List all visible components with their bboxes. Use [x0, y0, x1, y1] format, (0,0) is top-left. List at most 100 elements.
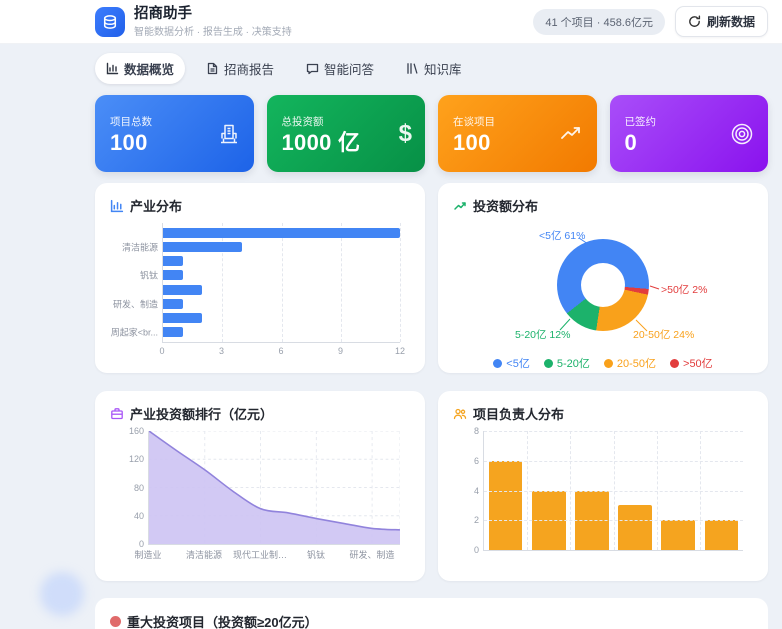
- legend-item[interactable]: 20-50亿: [604, 355, 656, 371]
- legend-item[interactable]: >50亿: [670, 355, 713, 371]
- trend-icon: [453, 199, 467, 213]
- charts-grid: 产业分布 清洁能源钒钛研发、制造周起家<br... 036912 投资额分布: [95, 183, 768, 581]
- bar-category-label: 周起家<br...: [111, 325, 158, 338]
- stat-card-total-investment: 总投资额 1000 亿 $: [267, 95, 426, 172]
- bar: [163, 228, 400, 238]
- chart-title-row: 产业分布: [110, 196, 410, 215]
- area-xlabels: 制造业清洁能源现代工业制…钒钛研发、制造: [148, 545, 400, 559]
- gridline-vertical: [282, 223, 283, 342]
- chart-title: 产业分布: [130, 196, 182, 215]
- trend-up-icon: [558, 121, 584, 147]
- decorative-blur-circle: [40, 572, 84, 616]
- y-tick-label: 4: [474, 486, 479, 496]
- area-chart-svg: [149, 431, 400, 544]
- major-projects-title: 重大投资项目（投资额≥20亿元）: [127, 612, 318, 629]
- chart-title: 产业投资额排行（亿元）: [130, 404, 273, 423]
- bar-row: 钒钛: [163, 270, 400, 280]
- legend-label: >50亿: [683, 355, 713, 371]
- chart-title-row: 投资额分布: [453, 196, 753, 215]
- stat-label: 总投资额: [282, 114, 411, 129]
- gridline-vertical: [570, 431, 571, 550]
- donut-hole: [581, 263, 625, 307]
- refresh-button[interactable]: 刷新数据: [675, 6, 768, 37]
- dollar-icon: $: [399, 120, 412, 148]
- donut-callout-lt5: <5亿 61%: [539, 228, 585, 243]
- x-tick-label: 0: [159, 346, 164, 356]
- bar-row: 研发、制造: [163, 299, 400, 309]
- tab-knowledge-base[interactable]: 知识库: [395, 53, 473, 84]
- bar: [163, 270, 183, 280]
- bar-category-label: 研发、制造: [113, 297, 158, 310]
- chart-card-industry-investment-ranking: 产业投资额排行（亿元） 04080120160 制造业清洁能源现代工业制…钒钛研…: [95, 391, 425, 581]
- donut-callout-20-50: 20-50亿 24%: [633, 327, 694, 342]
- legend-dot: [493, 359, 502, 368]
- investment-donut-chart[interactable]: <5亿 61% >50亿 2% 20-50亿 24% 5-20亿 12%: [453, 223, 753, 349]
- y-tick-label: 120: [129, 454, 144, 464]
- bar: [163, 285, 202, 295]
- summary-badge: 41 个项目 · 458.6亿元: [533, 9, 665, 35]
- legend-label: 20-50亿: [617, 355, 656, 371]
- gridline-vertical: [614, 431, 615, 550]
- bar-row: [163, 256, 400, 266]
- tab-smart-qa[interactable]: 智能问答: [295, 53, 385, 84]
- donut-callout-5-20: 5-20亿 12%: [515, 327, 570, 342]
- gridline-vertical: [527, 431, 528, 550]
- document-icon: [206, 62, 219, 75]
- refresh-button-label: 刷新数据: [707, 13, 755, 30]
- chart-title-row: 项目负责人分布: [453, 404, 753, 423]
- app-title-block: 招商助手 智能数据分析 · 报告生成 · 决策支持: [134, 5, 292, 38]
- donut-ring[interactable]: [557, 239, 649, 331]
- industry-bars-xticks: 036912: [162, 343, 400, 357]
- pie-legend: <5亿 5-20亿 20-50亿 >50亿: [453, 355, 753, 371]
- donut-callout-gt50: >50亿 2%: [661, 282, 707, 297]
- y-tick-label: 8: [474, 426, 479, 436]
- area-chart-plot[interactable]: 04080120160: [148, 431, 400, 545]
- chart-title-row: 产业投资额排行（亿元）: [110, 404, 410, 423]
- legend-label: <5亿: [506, 355, 530, 371]
- chart-title: 投资额分布: [473, 196, 538, 215]
- stat-card-in-negotiation: 在谈项目 100: [438, 95, 597, 172]
- chart-card-industry-distribution: 产业分布 清洁能源钒钛研发、制造周起家<br... 036912: [95, 183, 425, 373]
- chart-title: 项目负责人分布: [473, 404, 564, 423]
- gridline-vertical: [400, 223, 401, 342]
- bar: [163, 299, 183, 309]
- stat-value: 1000 亿: [282, 132, 411, 154]
- legend-item[interactable]: 5-20亿: [544, 355, 590, 371]
- tab-data-overview[interactable]: 数据概览: [95, 53, 185, 84]
- app-subtitle: 智能数据分析 · 报告生成 · 决策支持: [134, 23, 292, 38]
- x-tick-label: 3: [219, 346, 224, 356]
- y-tick-label: 2: [474, 515, 479, 525]
- x-category-label: 研发、制造: [349, 548, 394, 561]
- header-actions: 41 个项目 · 458.6亿元 刷新数据: [533, 6, 768, 37]
- industry-bars-plot[interactable]: 清洁能源钒钛研发、制造周起家<br...: [162, 223, 400, 343]
- tab-label: 数据概览: [124, 59, 174, 78]
- tab-label: 招商报告: [224, 59, 274, 78]
- bar-row: 清洁能源: [163, 242, 400, 252]
- x-tick-label: 6: [278, 346, 283, 356]
- bar: [618, 505, 652, 550]
- legend-item[interactable]: <5亿: [493, 355, 530, 371]
- gridline-vertical: [700, 431, 701, 550]
- app-title: 招商助手: [134, 5, 292, 23]
- app-brand: 招商助手 智能数据分析 · 报告生成 · 决策支持: [95, 5, 292, 38]
- tab-investment-report[interactable]: 招商报告: [195, 53, 285, 84]
- x-category-label: 清洁能源: [186, 548, 222, 561]
- x-category-label: 制造业: [134, 548, 161, 561]
- lead-bars-plot[interactable]: 02468: [483, 431, 743, 551]
- target-icon: [729, 121, 755, 147]
- stat-card-signed: 已签约 0: [610, 95, 769, 172]
- x-tick-label: 9: [338, 346, 343, 356]
- book-icon: [406, 62, 419, 75]
- legend-label: 5-20亿: [557, 355, 590, 371]
- legend-dot: [604, 359, 613, 368]
- gridline-vertical: [341, 223, 342, 342]
- y-tick-label: 0: [474, 545, 479, 555]
- database-icon: [95, 7, 125, 37]
- major-projects-title-row: 重大投资项目（投资额≥20亿元）: [110, 612, 753, 629]
- legend-dot: [670, 359, 679, 368]
- y-tick-label: 6: [474, 456, 479, 466]
- y-tick-label: 80: [134, 483, 144, 493]
- y-tick-label: 40: [134, 511, 144, 521]
- bar-chart-icon: [110, 199, 124, 213]
- x-category-label: 现代工业制…: [233, 548, 287, 561]
